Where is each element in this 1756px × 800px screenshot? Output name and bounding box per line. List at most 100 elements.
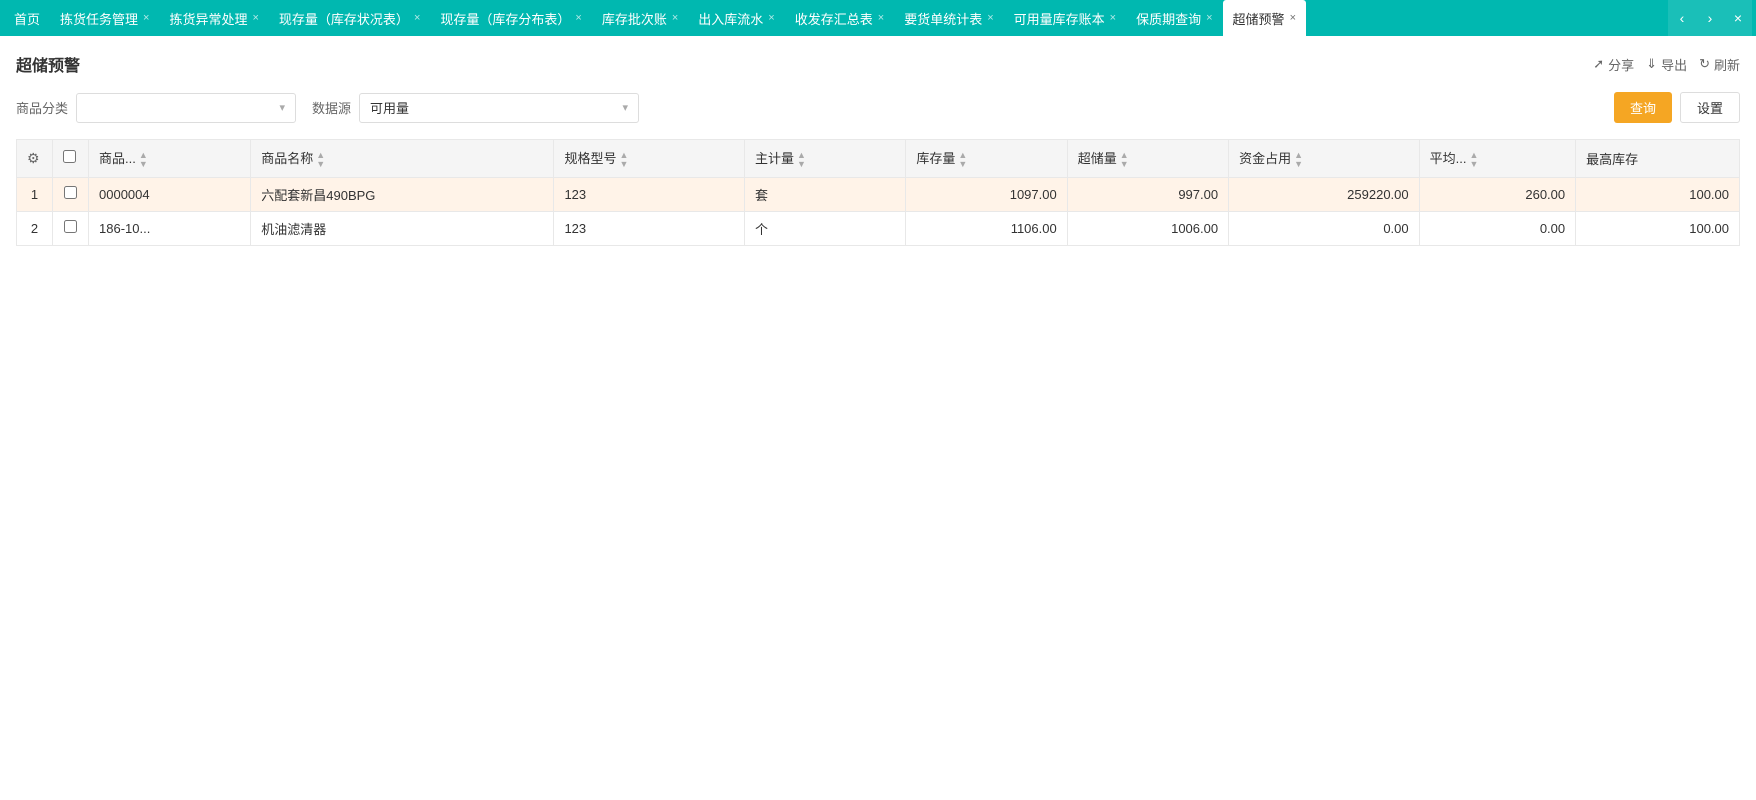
close-icon[interactable]: × [987,12,993,24]
nav-item-label: 现存量（库存状况表） [279,9,409,28]
th-spec[interactable]: 规格型号▲▼ [554,140,745,178]
nav-item-9[interactable]: 可用量库存账本 × [1004,0,1126,36]
gear-icon[interactable]: ⚙ [27,150,40,166]
nav-bar: 首页拣货任务管理 ×拣货异常处理 ×现存量（库存状况表） ×现存量（库存分布表）… [0,0,1756,36]
cell-capital: 259220.00 [1229,177,1420,211]
chevron-down-icon: ▾ [623,101,629,114]
cell-code: 0000004 [89,177,251,211]
row-number: 1 [17,177,53,211]
nav-item-3[interactable]: 现存量（库存状况表） × [269,0,430,36]
header-actions: ➚ 分享 ⇓ 导出 ↻ 刷新 [1593,55,1740,74]
sort-icon: ▲▼ [316,151,325,169]
nav-item-11[interactable]: 超储预警 × [1223,0,1306,36]
close-icon[interactable]: × [143,12,149,24]
nav-item-label: 出入库流水 [698,9,763,28]
nav-item-6[interactable]: 出入库流水 × [688,0,784,36]
th-code[interactable]: 商品...▲▼ [89,140,251,178]
row-checkbox-cell[interactable] [53,211,89,245]
th-overstock[interactable]: 超储量▲▼ [1067,140,1228,178]
category-label: 商品分类 [16,98,68,117]
cell-capital: 0.00 [1229,211,1420,245]
settings-button[interactable]: 设置 [1680,92,1740,123]
th-avg[interactable]: 平均...▲▼ [1419,140,1576,178]
th-gear: ⚙ [17,140,53,178]
share-button[interactable]: ➚ 分享 [1593,55,1634,74]
refresh-icon: ↻ [1699,56,1710,72]
close-icon[interactable]: × [672,12,678,24]
th-stock[interactable]: 库存量▲▼ [906,140,1067,178]
row-checkbox[interactable] [64,220,77,233]
th-capital[interactable]: 资金占用▲▼ [1229,140,1420,178]
nav-item-label: 收发存汇总表 [795,9,873,28]
row-number: 2 [17,211,53,245]
nav-arrow-right[interactable]: › [1696,0,1724,36]
nav-item-label: 首页 [14,9,40,28]
close-icon[interactable]: × [575,12,581,24]
close-icon[interactable]: × [768,12,774,24]
close-icon[interactable]: × [1290,12,1296,24]
th-label: 最高库存 [1586,152,1638,167]
sort-icon: ▲▼ [797,151,806,169]
export-button[interactable]: ⇓ 导出 [1646,55,1687,74]
th-label: 库存量 [916,151,955,166]
nav-arrow-left[interactable]: ‹ [1668,0,1696,36]
nav-item-label: 拣货异常处理 [169,9,247,28]
th-unit[interactable]: 主计量▲▼ [744,140,905,178]
datasource-filter-group: 数据源 可用量 ▾ [312,93,639,123]
cell-name: 六配套新昌490BPG [251,177,554,211]
page-title: 超储预警 [16,52,80,76]
nav-item-0[interactable]: 首页 [4,0,50,36]
nav-item-label: 库存批次账 [602,9,667,28]
cell-unit: 套 [744,177,905,211]
th-label: 商品... [99,151,136,166]
close-icon[interactable]: × [1206,12,1212,24]
nav-item-8[interactable]: 要货单统计表 × [894,0,1003,36]
th-label: 主计量 [755,151,794,166]
table-row: 2186-10...机油滤清器123个1106.001006.000.000.0… [17,211,1740,245]
nav-arrow-close[interactable]: × [1724,0,1752,36]
data-table: ⚙商品...▲▼商品名称▲▼规格型号▲▼主计量▲▼库存量▲▼超储量▲▼资金占用▲… [16,139,1740,246]
nav-item-4[interactable]: 现存量（库存分布表） × [430,0,591,36]
close-icon[interactable]: × [878,12,884,24]
nav-item-10[interactable]: 保质期查询 × [1126,0,1222,36]
nav-item-label: 保质期查询 [1136,9,1201,28]
nav-item-7[interactable]: 收发存汇总表 × [785,0,894,36]
close-icon[interactable]: × [414,12,420,24]
cell-avg: 0.00 [1419,211,1576,245]
cell-stock: 1097.00 [906,177,1067,211]
cell-avg: 260.00 [1419,177,1576,211]
close-icon[interactable]: × [252,12,258,24]
select-all-checkbox[interactable] [63,150,76,163]
sort-icon: ▲▼ [958,151,967,169]
refresh-label: 刷新 [1714,55,1740,74]
th-checkbox[interactable] [53,140,89,178]
chevron-down-icon: ▾ [279,101,285,114]
cell-spec: 123 [554,211,745,245]
cell-name: 机油滤清器 [251,211,554,245]
query-button[interactable]: 查询 [1614,92,1672,123]
row-checkbox-cell[interactable] [53,177,89,211]
export-label: 导出 [1661,55,1687,74]
sort-icon: ▲▼ [139,151,148,169]
cell-stock: 1106.00 [906,211,1067,245]
nav-item-2[interactable]: 拣货异常处理 × [159,0,268,36]
table-header-row: ⚙商品...▲▼商品名称▲▼规格型号▲▼主计量▲▼库存量▲▼超储量▲▼资金占用▲… [17,140,1740,178]
share-icon: ➚ [1593,56,1604,72]
nav-arrows: ‹ › × [1668,0,1752,36]
row-checkbox[interactable] [64,186,77,199]
nav-item-label: 超储预警 [1233,9,1285,28]
cell-overstock: 997.00 [1067,177,1228,211]
close-icon[interactable]: × [1110,12,1116,24]
cell-code: 186-10... [89,211,251,245]
nav-item-1[interactable]: 拣货任务管理 × [50,0,159,36]
th-name[interactable]: 商品名称▲▼ [251,140,554,178]
datasource-select[interactable]: 可用量 ▾ [359,93,639,123]
th-max_stock: 最高库存 [1576,140,1740,178]
category-select[interactable]: ▾ [76,93,296,123]
refresh-button[interactable]: ↻ 刷新 [1699,55,1740,74]
nav-item-5[interactable]: 库存批次账 × [592,0,688,36]
cell-spec: 123 [554,177,745,211]
filter-row: 商品分类 ▾ 数据源 可用量 ▾ 查询 设置 [16,92,1740,123]
sort-icon: ▲▼ [1294,151,1303,169]
export-icon: ⇓ [1646,56,1657,72]
